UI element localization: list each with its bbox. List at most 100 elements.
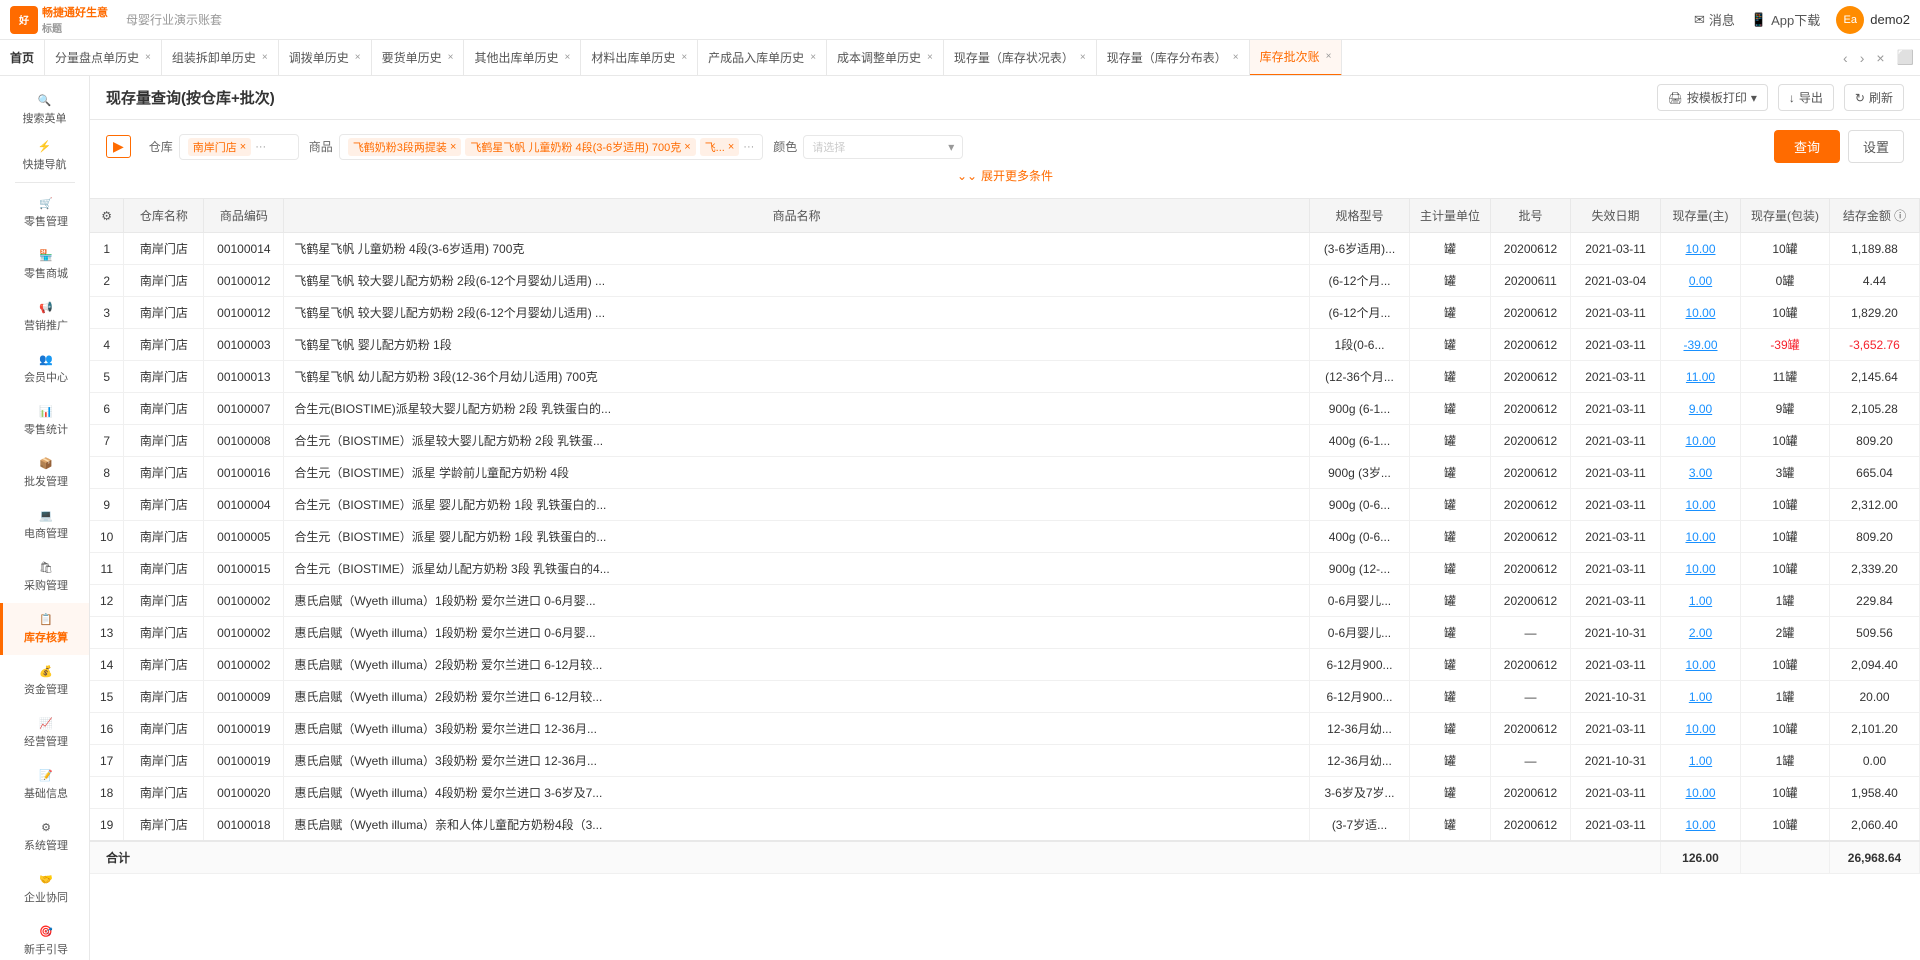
cell-name: 惠氏启赋（Wyeth illuma）4段奶粉 爱尔兰进口 3-6岁及7...: [284, 777, 1310, 809]
sidebar-item-retail[interactable]: 🛒 零售管理: [0, 187, 89, 239]
cell-amount: 2,145.64: [1830, 361, 1920, 393]
sidebar-item-ecommerce[interactable]: 💻 电商管理: [0, 499, 89, 551]
username: demo2: [1870, 12, 1910, 27]
user-info[interactable]: Ea demo2: [1836, 6, 1910, 34]
tab-xiancun-zhuang-close[interactable]: ×: [1080, 52, 1086, 63]
cell-stock-main[interactable]: 10.00: [1661, 521, 1741, 553]
tab-nav-left[interactable]: ‹: [1837, 50, 1854, 66]
tab-zuchai[interactable]: 组装拆卸单历史 ×: [162, 40, 279, 76]
tab-chanpin-label: 产成品入库单历史: [708, 49, 804, 66]
cell-batch: 20200612: [1491, 457, 1571, 489]
refresh-btn[interactable]: ↻ 刷新: [1844, 84, 1904, 111]
tab-qita[interactable]: 其他出库单历史 ×: [464, 40, 581, 76]
tab-xiancun-zhuang[interactable]: 现存量（库存状况表） ×: [944, 40, 1097, 76]
table-footer-row: 合计 126.00 26,968.64: [90, 841, 1920, 874]
tab-xiancun-fen[interactable]: 现存量（库存分布表） ×: [1097, 40, 1250, 76]
cell-stock-main[interactable]: 2.00: [1661, 617, 1741, 649]
cell-stock-main[interactable]: 10.00: [1661, 777, 1741, 809]
tab-zuchai-close[interactable]: ×: [262, 52, 268, 63]
color-tag-container[interactable]: 请选择 ▾: [803, 135, 963, 159]
sidebar-item-wholesale[interactable]: 📦 批发管理: [0, 447, 89, 499]
product-tag-container[interactable]: 飞鹤奶粉3段两提装 × 飞鹤星飞帆 儿童奶粉 4段(3-6岁适用) 700克 ×…: [339, 134, 763, 160]
export-btn[interactable]: ↓ 导出: [1778, 84, 1834, 111]
cell-stock-main[interactable]: 10.00: [1661, 553, 1741, 585]
sidebar-item-inventory[interactable]: 📋 库存核算: [0, 603, 89, 655]
cell-stock-main[interactable]: 11.00: [1661, 361, 1741, 393]
product-tag-2-remove[interactable]: ×: [684, 141, 690, 153]
tab-cailiao-close[interactable]: ×: [681, 52, 687, 63]
tab-pici[interactable]: 库存批次账 ×: [1250, 40, 1343, 76]
sidebar-item-operation[interactable]: 📈 经营管理: [0, 707, 89, 759]
sidebar-item-quicknav[interactable]: ⚡ 快捷导航: [0, 134, 89, 178]
sidebar-item-finance[interactable]: 💰 资金管理: [0, 655, 89, 707]
expand-more-conditions[interactable]: ⌄⌄ 展开更多条件: [106, 163, 1904, 188]
tab-xiancun-fen-close[interactable]: ×: [1233, 52, 1239, 63]
sidebar-item-guide[interactable]: 🎯 新手引导: [0, 915, 89, 960]
tab-home[interactable]: 首页: [0, 40, 45, 76]
cell-stock-main[interactable]: 1.00: [1661, 585, 1741, 617]
tab-yaohuo[interactable]: 要货单历史 ×: [372, 40, 465, 76]
footer-total-stock: 126.00: [1661, 841, 1741, 874]
cell-stock-main[interactable]: 0.00: [1661, 265, 1741, 297]
tab-chengben[interactable]: 成本调整单历史 ×: [827, 40, 944, 76]
cell-stock-main[interactable]: 10.00: [1661, 809, 1741, 842]
tab-chengben-close[interactable]: ×: [927, 52, 933, 63]
app-download-btn[interactable]: 📱 App下载: [1751, 10, 1820, 29]
cell-stock-main[interactable]: 10.00: [1661, 649, 1741, 681]
warehouse-tag-remove[interactable]: ×: [240, 141, 246, 153]
th-spec: 规格型号: [1309, 199, 1409, 233]
sidebar-item-basic[interactable]: 📝 基础信息: [0, 759, 89, 811]
cell-expire: 2021-10-31: [1571, 745, 1661, 777]
cell-stock-main[interactable]: 10.00: [1661, 233, 1741, 265]
cell-stock-main[interactable]: 10.00: [1661, 489, 1741, 521]
tab-yaohuo-close[interactable]: ×: [448, 52, 454, 63]
tab-qita-close[interactable]: ×: [564, 52, 570, 63]
th-settings[interactable]: ⚙: [90, 199, 124, 233]
message-btn[interactable]: ✉ 消息: [1694, 10, 1735, 29]
sidebar-item-retail-shop[interactable]: 🏪 零售商城: [0, 239, 89, 291]
cell-stock-pkg: 9罐: [1741, 393, 1830, 425]
cell-stock-main[interactable]: 9.00: [1661, 393, 1741, 425]
tab-diaobo[interactable]: 调拨单历史 ×: [279, 40, 372, 76]
cell-stock-main[interactable]: 10.00: [1661, 425, 1741, 457]
print-btn[interactable]: 🖨 按模板打印 ▾: [1657, 84, 1768, 111]
sidebar-item-search[interactable]: 🔍 搜索英单: [0, 86, 89, 134]
query-btn[interactable]: 查询: [1774, 130, 1840, 163]
cell-stock-main[interactable]: 3.00: [1661, 457, 1741, 489]
sidebar-item-member[interactable]: 👥 会员中心: [0, 343, 89, 395]
warehouse-tag-container[interactable]: 南岸门店 × ···: [179, 134, 299, 160]
sidebar-item-purchase[interactable]: 🛍 采购管理: [0, 551, 89, 603]
cell-amount: 509.56: [1830, 617, 1920, 649]
cell-amount: 20.00: [1830, 681, 1920, 713]
cell-stock-main[interactable]: -39.00: [1661, 329, 1741, 361]
sidebar-item-system[interactable]: ⚙ 系统管理: [0, 811, 89, 863]
cell-stock-main[interactable]: 1.00: [1661, 681, 1741, 713]
tab-chanpin[interactable]: 产成品入库单历史 ×: [698, 40, 827, 76]
cell-stock-main[interactable]: 1.00: [1661, 745, 1741, 777]
cell-num: 16: [90, 713, 124, 745]
sidebar-item-retail-stat[interactable]: 📊 零售统计: [0, 395, 89, 447]
tab-close-all[interactable]: ×: [1870, 50, 1890, 66]
cell-spec: (6-12个月...: [1309, 265, 1409, 297]
product-tag-3-remove[interactable]: ×: [728, 141, 734, 153]
tab-pici-close[interactable]: ×: [1326, 51, 1332, 62]
tab-nav-right[interactable]: ›: [1854, 50, 1871, 66]
product-tag-1-remove[interactable]: ×: [450, 141, 456, 153]
cell-stock-main[interactable]: 10.00: [1661, 297, 1741, 329]
sidebar-item-marketing[interactable]: 📢 营销推广: [0, 291, 89, 343]
print-icon: 🖨: [1668, 91, 1683, 105]
cell-amount: 2,101.20: [1830, 713, 1920, 745]
tab-cailiao[interactable]: 材料出库单历史 ×: [581, 40, 698, 76]
tab-chanpin-close[interactable]: ×: [810, 52, 816, 63]
cell-stock-main[interactable]: 10.00: [1661, 713, 1741, 745]
cell-amount: 2,060.40: [1830, 809, 1920, 842]
cell-code: 00100015: [204, 553, 284, 585]
tab-diaobo-close[interactable]: ×: [355, 52, 361, 63]
cell-batch: 20200612: [1491, 521, 1571, 553]
settings-btn[interactable]: 设置: [1848, 130, 1904, 163]
tab-maximize[interactable]: ⬜: [1891, 49, 1920, 66]
sidebar-item-corp[interactable]: 🤝 企业协同: [0, 863, 89, 915]
expand-arrow[interactable]: ▶: [106, 135, 131, 158]
tab-fenpan[interactable]: 分量盘点单历史 ×: [45, 40, 162, 76]
tab-fenpan-close[interactable]: ×: [145, 52, 151, 63]
